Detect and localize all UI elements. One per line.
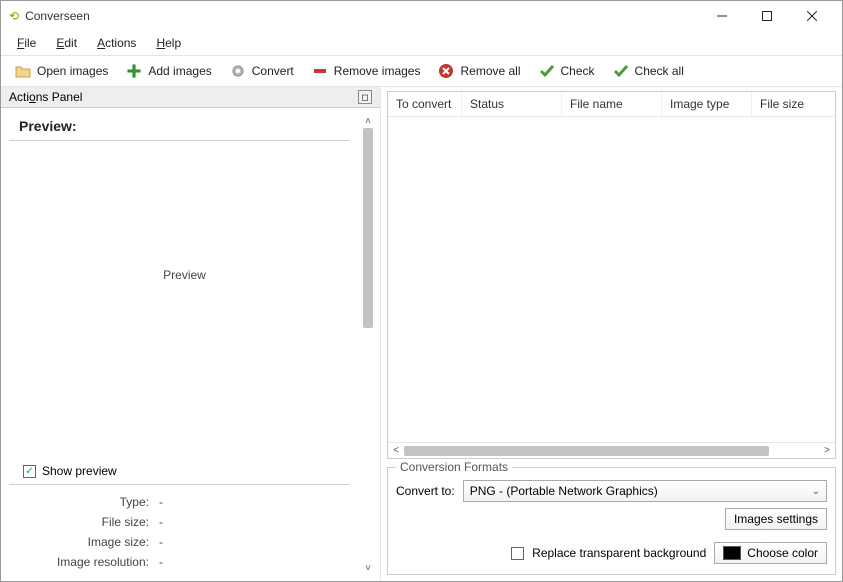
convert-to-label: Convert to: (396, 484, 455, 498)
scroll-right-icon[interactable]: ˃ (819, 444, 835, 458)
replace-bg-row: ✓ Replace transparent background Choose … (396, 542, 827, 564)
remove-images-button[interactable]: Remove images (304, 60, 429, 82)
actions-panel-body: Preview: Preview ✓ Show preview Type:- F… (1, 108, 380, 581)
col-file-name[interactable]: File name (562, 92, 662, 116)
meta-grid: Type:- File size:- Image size:- Image re… (9, 485, 350, 575)
h-scroll-thumb[interactable] (404, 446, 769, 456)
images-settings-button[interactable]: Images settings (725, 508, 827, 530)
col-file-size[interactable]: File size (752, 92, 835, 116)
app-icon: ⟲ (9, 9, 19, 23)
maximize-button[interactable] (744, 1, 789, 31)
actions-panel-content: Preview: Preview ✓ Show preview Type:- F… (9, 114, 360, 575)
scroll-thumb[interactable] (363, 128, 373, 328)
actions-panel: Actions Panel ◻ Preview: Preview ✓ Show … (1, 87, 381, 581)
scroll-track[interactable] (361, 128, 375, 561)
image-resolution-label: Image resolution: (29, 555, 149, 569)
col-image-type[interactable]: Image type (662, 92, 752, 116)
file-size-value: - (159, 515, 330, 529)
show-preview-row: ✓ Show preview (9, 458, 350, 485)
scroll-up-icon[interactable]: ˄ (361, 114, 375, 128)
spacer (9, 398, 360, 458)
convert-to-row: Convert to: PNG - (Portable Network Grap… (396, 480, 827, 502)
undock-panel-button[interactable]: ◻ (358, 90, 372, 104)
actions-panel-title: Actions Panel (9, 90, 82, 104)
menu-help[interactable]: Help (146, 34, 191, 52)
check-button[interactable]: Check (531, 60, 603, 82)
menu-edit[interactable]: Edit (46, 34, 87, 52)
conversion-group-title: Conversion Formats (396, 460, 512, 474)
preview-heading: Preview: (9, 114, 350, 141)
choose-color-button[interactable]: Choose color (714, 542, 827, 564)
show-preview-label: Show preview (42, 464, 117, 478)
title-bar: ⟲ Converseen (1, 1, 842, 31)
h-scroll-track[interactable] (404, 446, 819, 456)
convert-button[interactable]: Convert (222, 60, 302, 82)
menu-bar: File Edit Actions Help (1, 31, 842, 56)
window-controls (699, 1, 834, 31)
window-title-text: Converseen (25, 9, 90, 23)
replace-bg-checkbox[interactable]: ✓ (511, 547, 524, 560)
check-all-button[interactable]: Check all (605, 60, 692, 82)
convert-label: Convert (252, 64, 294, 78)
right-panel: To convert Status File name Image type F… (381, 87, 842, 581)
close-circle-icon (438, 63, 454, 79)
show-preview-checkbox[interactable]: ✓ (23, 465, 36, 478)
type-value: - (159, 495, 330, 509)
main-area: Actions Panel ◻ Preview: Preview ✓ Show … (1, 87, 842, 581)
preview-placeholder: Preview (9, 151, 360, 398)
toolbar: Open images Add images Convert Remove im… (1, 56, 842, 87)
image-resolution-value: - (159, 555, 330, 569)
folder-open-icon (15, 63, 31, 79)
format-selected-value: PNG - (Portable Network Graphics) (470, 484, 658, 498)
horizontal-scrollbar[interactable]: ˂ ˃ (388, 442, 835, 458)
close-button[interactable] (789, 1, 834, 31)
col-to-convert[interactable]: To convert (388, 92, 462, 116)
type-label: Type: (29, 495, 149, 509)
format-select[interactable]: PNG - (Portable Network Graphics) ⌄ (463, 480, 827, 502)
menu-file[interactable]: File (7, 34, 46, 52)
conversion-formats-group: Conversion Formats Convert to: PNG - (Po… (387, 467, 836, 575)
image-size-value: - (159, 535, 330, 549)
menu-actions[interactable]: Actions (87, 34, 146, 52)
add-images-label: Add images (148, 64, 211, 78)
color-swatch-icon (723, 546, 741, 560)
open-images-button[interactable]: Open images (7, 60, 116, 82)
image-size-label: Image size: (29, 535, 149, 549)
plus-icon (126, 63, 142, 79)
col-status[interactable]: Status (462, 92, 562, 116)
check-label: Check (561, 64, 595, 78)
check-all-icon (613, 63, 629, 79)
panel-scrollbar[interactable]: ˄ ˅ (360, 114, 376, 575)
minus-icon (312, 63, 328, 79)
file-table: To convert Status File name Image type F… (387, 91, 836, 459)
minimize-button[interactable] (699, 1, 744, 31)
file-size-label: File size: (29, 515, 149, 529)
images-settings-row: Images settings (396, 508, 827, 530)
gear-icon (230, 63, 246, 79)
choose-color-label: Choose color (747, 546, 818, 560)
chevron-down-icon: ⌄ (812, 486, 820, 497)
remove-images-label: Remove images (334, 64, 421, 78)
table-body (388, 117, 835, 442)
scroll-down-icon[interactable]: ˅ (361, 561, 375, 575)
table-header: To convert Status File name Image type F… (388, 92, 835, 117)
check-all-label: Check all (635, 64, 684, 78)
remove-all-button[interactable]: Remove all (430, 60, 528, 82)
open-images-label: Open images (37, 64, 108, 78)
check-icon (539, 63, 555, 79)
scroll-left-icon[interactable]: ˂ (388, 444, 404, 458)
window-title: ⟲ Converseen (9, 9, 699, 23)
actions-panel-header: Actions Panel ◻ (1, 87, 380, 108)
replace-bg-label: Replace transparent background (532, 546, 706, 560)
add-images-button[interactable]: Add images (118, 60, 219, 82)
remove-all-label: Remove all (460, 64, 520, 78)
